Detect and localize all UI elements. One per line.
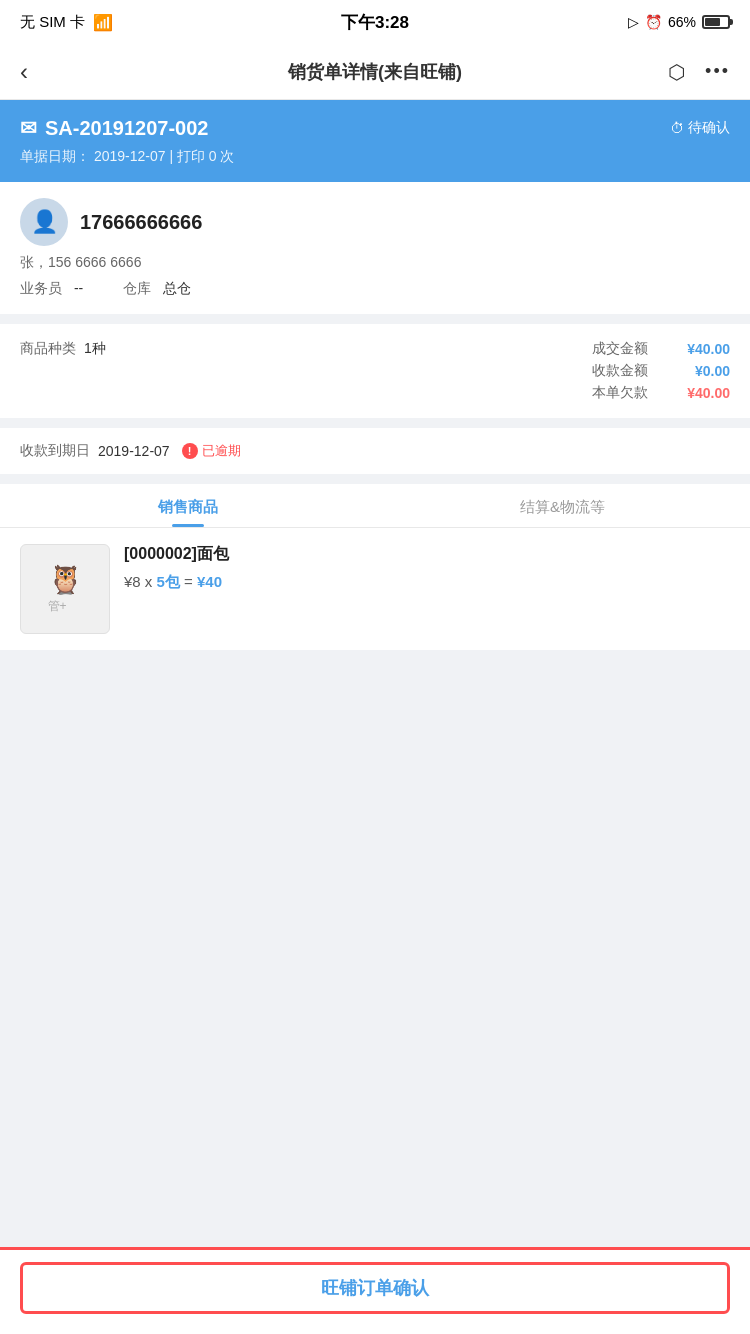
order-header: ✉ SA-20191207-002 ⏱ 待确认 单据日期： 2019-12-07…: [0, 100, 750, 182]
status-right: ▷ ⏰ 66%: [628, 14, 730, 30]
page-title: 销货单详情(来自旺铺): [288, 60, 462, 84]
customer-phone: 17666666666: [80, 211, 202, 234]
received-amount-label: 收款金额: [592, 362, 648, 380]
received-amount-row: 收款金额 ¥0.00: [592, 362, 730, 380]
received-amount-value: ¥0.00: [660, 363, 730, 379]
battery-fill: [705, 18, 720, 26]
order-print-label: | 打印 0 次: [169, 148, 234, 164]
customer-section: 👤 17666666666 张，156 6666 6666 业务员 -- 仓库 …: [0, 182, 750, 314]
avatar-icon: 👤: [31, 209, 58, 235]
status-text: 待确认: [688, 119, 730, 137]
order-date-label: 单据日期：: [20, 148, 90, 164]
product-type-value: 1种: [84, 340, 106, 358]
product-info: [0000002]面包 ¥8 x 5包 = ¥40: [124, 544, 730, 592]
due-date-section: 收款到期日 2019-12-07 ! 已逾期: [0, 428, 750, 474]
product-total: ¥40: [197, 573, 222, 590]
amounts: 成交金额 ¥40.00 收款金额 ¥0.00 本单欠款 ¥40.00: [592, 340, 730, 402]
order-date: 单据日期： 2019-12-07 | 打印 0 次: [20, 148, 730, 166]
warehouse-value: 总仓: [163, 280, 191, 296]
alarm-icon: ⏰: [645, 14, 662, 30]
order-id: ✉ SA-20191207-002: [20, 116, 208, 140]
confirm-order-button[interactable]: 旺铺订单确认: [20, 1262, 730, 1314]
multiply-symbol: x: [145, 573, 153, 590]
order-header-top: ✉ SA-20191207-002 ⏱ 待确认: [20, 116, 730, 140]
salesperson-label: 业务员: [20, 280, 62, 296]
tab-settlement-label: 结算&物流等: [520, 498, 605, 515]
nav-bar: ‹ 销货单详情(来自旺铺) ⬡ •••: [0, 44, 750, 100]
due-date-label: 收款到期日: [20, 442, 90, 460]
product-type: 商品种类 1种: [20, 340, 106, 358]
status-left: 无 SIM 卡 📶: [20, 13, 113, 32]
back-button[interactable]: ‹: [12, 50, 36, 94]
share-button[interactable]: ⬡: [668, 60, 685, 84]
wifi-icon: 📶: [93, 13, 113, 32]
tabs-row: 销售商品 结算&物流等: [0, 484, 750, 528]
order-date-value: 2019-12-07: [94, 148, 166, 164]
product-logo-icon: 🦉: [48, 563, 83, 597]
tab-sales-products[interactable]: 销售商品: [0, 484, 375, 527]
product-type-label: 商品种类: [20, 340, 76, 358]
product-logo-sub: 管+: [48, 598, 83, 615]
overdue-icon: !: [182, 443, 198, 459]
status-time: 下午3:28: [341, 11, 409, 34]
customer-name-detail: 张，156 6666 6666: [20, 254, 730, 272]
warehouse-item: 仓库 总仓: [123, 280, 191, 298]
tab-sales-label: 销售商品: [158, 498, 218, 515]
battery-percent: 66%: [668, 14, 696, 30]
order-status: ⏱ 待确认: [670, 119, 730, 137]
product-image: 🦉 管+: [20, 544, 110, 634]
bottom-action: 旺铺订单确认: [0, 1247, 750, 1334]
product-logo: 🦉 管+: [48, 563, 83, 616]
nav-actions: ⬡ •••: [668, 60, 730, 84]
warehouse-label: 仓库: [123, 280, 151, 296]
deal-amount-row: 成交金额 ¥40.00: [592, 340, 730, 358]
due-date-value: 2019-12-07: [98, 443, 170, 459]
tab-settlement[interactable]: 结算&物流等: [375, 484, 750, 527]
location-icon: ▷: [628, 14, 639, 30]
customer-info: 17666666666: [80, 211, 202, 234]
more-button[interactable]: •••: [705, 61, 730, 82]
status-bar: 无 SIM 卡 📶 下午3:28 ▷ ⏰ 66%: [0, 0, 750, 44]
equals-symbol: =: [184, 573, 193, 590]
customer-avatar: 👤: [20, 198, 68, 246]
product-unit-price: ¥8: [124, 573, 141, 590]
salesperson-value: --: [74, 280, 83, 296]
battery-icon: [702, 15, 730, 29]
deal-amount-value: ¥40.00: [660, 341, 730, 357]
content-area: [0, 660, 750, 920]
product-quantity: 5包: [157, 573, 180, 590]
customer-meta: 业务员 -- 仓库 总仓: [20, 280, 730, 298]
product-price-row: ¥8 x 5包 = ¥40: [124, 573, 730, 592]
product-section: 🦉 管+ [0000002]面包 ¥8 x 5包 = ¥40: [0, 528, 750, 650]
order-icon: ✉: [20, 116, 37, 140]
owed-amount-row: 本单欠款 ¥40.00: [592, 384, 730, 402]
owed-amount-value: ¥40.00: [660, 385, 730, 401]
amount-section: 商品种类 1种 成交金额 ¥40.00 收款金额 ¥0.00 本单欠款 ¥40.…: [0, 324, 750, 418]
carrier-text: 无 SIM 卡: [20, 13, 85, 32]
overdue-badge: ! 已逾期: [182, 442, 241, 460]
product-name: [0000002]面包: [124, 544, 730, 565]
customer-row: 👤 17666666666: [20, 198, 730, 246]
deal-amount-label: 成交金额: [592, 340, 648, 358]
owed-amount-label: 本单欠款: [592, 384, 648, 402]
order-id-text: SA-20191207-002: [45, 117, 208, 140]
overdue-text: 已逾期: [202, 442, 241, 460]
tabs-section: 销售商品 结算&物流等: [0, 484, 750, 528]
salesperson-item: 业务员 --: [20, 280, 83, 298]
status-clock-icon: ⏱: [670, 120, 684, 136]
